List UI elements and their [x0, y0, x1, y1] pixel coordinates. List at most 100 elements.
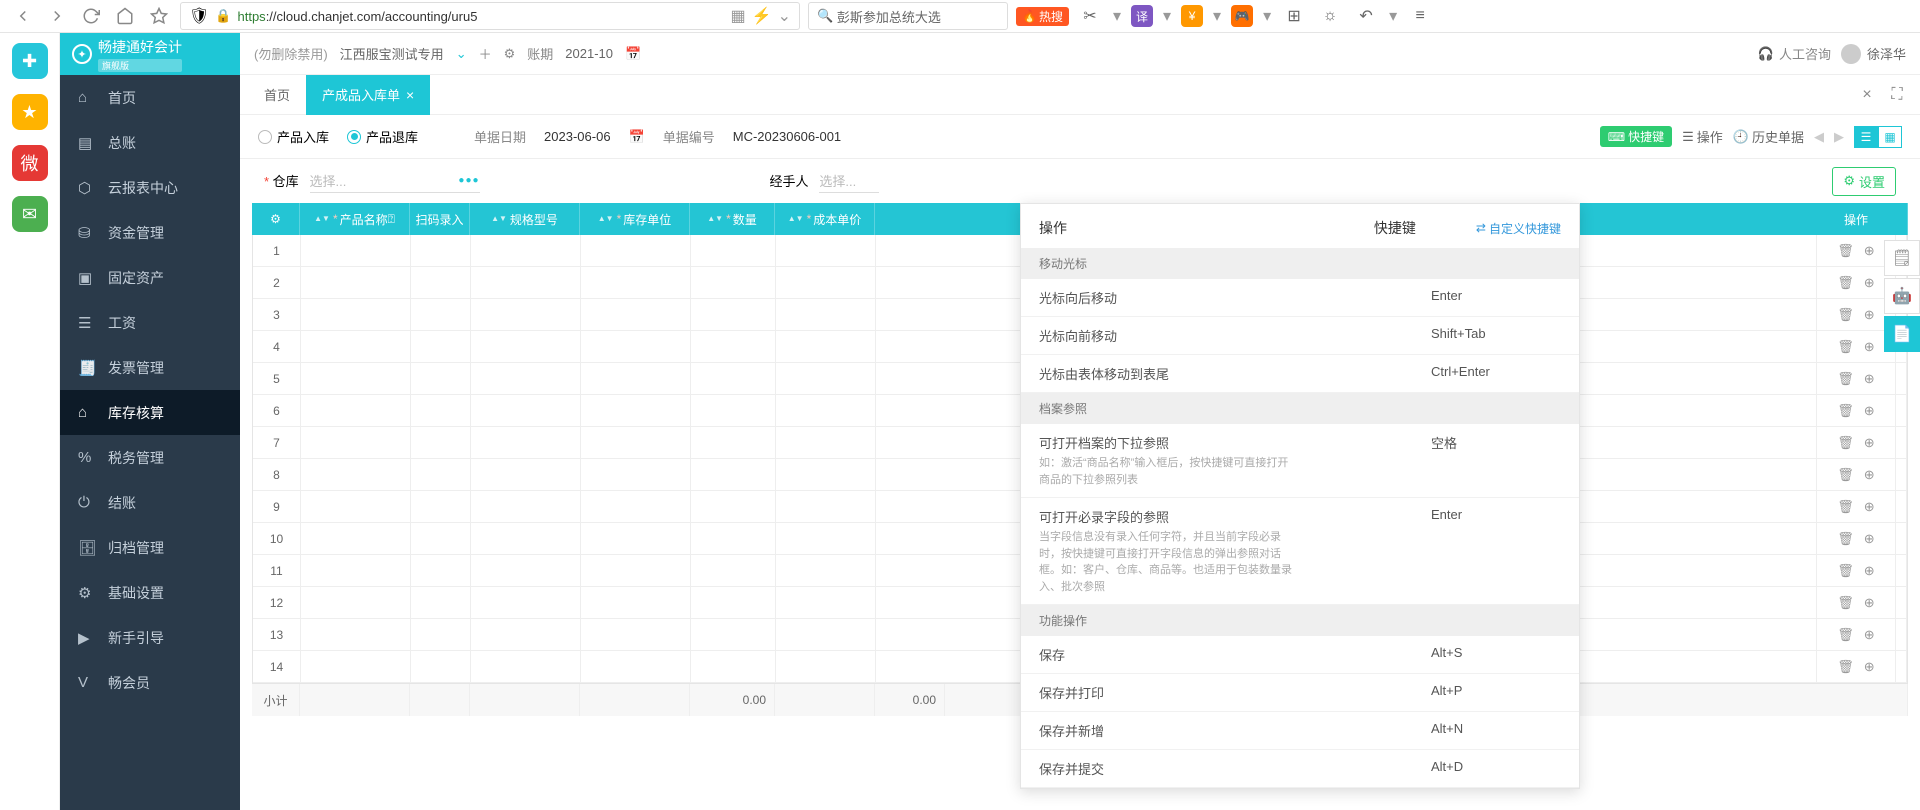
apps-icon[interactable]: ⊞ [1281, 3, 1307, 29]
next-icon[interactable]: ▶ [1834, 129, 1844, 145]
url-bar[interactable]: 🛡 🔒 https://cloud.chanjet.com/accounting… [180, 2, 800, 30]
fullscreen-icon[interactable]: ⛶ [1882, 86, 1912, 104]
view-list-icon[interactable]: ☰ [1854, 126, 1878, 148]
translate-icon[interactable]: 译 [1131, 5, 1153, 27]
sidebar-item-invoice[interactable]: 🧾发票管理 [60, 345, 240, 390]
undo-icon[interactable]: ↶ [1353, 3, 1379, 29]
settings-button[interactable]: ⚙ 设置 [1832, 167, 1896, 196]
add-icon[interactable]: ＋ [479, 44, 492, 63]
col-gear[interactable]: ⚙ [252, 203, 300, 235]
row-add-icon[interactable]: ⊕ [1864, 435, 1875, 451]
chevron-down-icon[interactable]: ⌄ [778, 6, 791, 26]
operate-link[interactable]: ☰ 操作 [1682, 127, 1723, 146]
prev-icon[interactable]: ◀ [1814, 129, 1824, 145]
row-add-icon[interactable]: ⊕ [1864, 307, 1875, 323]
back-icon[interactable] [10, 3, 36, 29]
row-delete-icon[interactable]: 🗑 [1837, 371, 1854, 387]
more-icon[interactable]: ●●● [458, 175, 479, 186]
period-value[interactable]: 2021-10 [565, 46, 613, 61]
sidebar-item-ledger[interactable]: ▤总账 [60, 120, 240, 165]
row-delete-icon[interactable]: 🗑 [1837, 627, 1854, 643]
refresh-icon[interactable] [78, 3, 104, 29]
warehouse-select[interactable]: 选择...●●● [310, 169, 480, 193]
sidebar-item-money[interactable]: ⛁资金管理 [60, 210, 240, 255]
sidebar-item-salary[interactable]: ☰工资 [60, 300, 240, 345]
col-spec[interactable]: ▲▼规格型号 [470, 203, 580, 235]
custom-shortcut-link[interactable]: ⇄ 自定义快捷键 [1476, 220, 1561, 237]
row-add-icon[interactable]: ⊕ [1864, 627, 1875, 643]
row-delete-icon[interactable]: 🗑 [1837, 499, 1854, 515]
consult-link[interactable]: 🎧人工咨询 [1758, 44, 1831, 63]
row-add-icon[interactable]: ⊕ [1864, 499, 1875, 515]
row-delete-icon[interactable]: 🗑 [1837, 659, 1854, 675]
shortcut-badge[interactable]: ⌨ 快捷键 [1600, 126, 1672, 147]
tabs-close-all-icon[interactable]: × [1852, 86, 1882, 104]
launcher-app-icon[interactable]: ✚ [12, 43, 48, 79]
row-add-icon[interactable]: ⊕ [1864, 403, 1875, 419]
handler-select[interactable]: 选择... [819, 169, 879, 193]
date-value[interactable]: 2023-06-06 [544, 129, 611, 145]
view-grid-icon[interactable]: ▦ [1878, 126, 1902, 148]
row-delete-icon[interactable]: 🗑 [1837, 275, 1854, 291]
date-calendar-icon[interactable]: 📅 [629, 129, 645, 145]
row-add-icon[interactable]: ⊕ [1864, 563, 1875, 579]
hot-badge[interactable]: 🔥热搜 [1016, 7, 1069, 26]
home-icon[interactable] [112, 3, 138, 29]
gear-icon[interactable]: ⚙ [504, 46, 516, 62]
row-add-icon[interactable]: ⊕ [1864, 339, 1875, 355]
sidebar-item-tax[interactable]: %税务管理 [60, 435, 240, 480]
radio-stock-out[interactable]: 产品退库 [347, 127, 418, 146]
star-icon[interactable] [146, 3, 172, 29]
history-link[interactable]: 🕘 历史单据 [1733, 127, 1804, 146]
row-delete-icon[interactable]: 🗑 [1837, 403, 1854, 419]
tab-stock-in[interactable]: 产成品入库单× [306, 75, 430, 115]
launcher-mail-icon[interactable]: ✉ [12, 196, 48, 232]
row-delete-icon[interactable]: 🗑 [1837, 531, 1854, 547]
col-qty[interactable]: ▲▼*数量 [690, 203, 775, 235]
coin-icon[interactable]: ¥ [1181, 5, 1203, 27]
sidebar-item-vip[interactable]: V畅会员 [60, 660, 240, 705]
row-delete-icon[interactable]: 🗑 [1837, 243, 1854, 259]
row-delete-icon[interactable]: 🗑 [1837, 307, 1854, 323]
col-price[interactable]: ▲▼*成本单价 [775, 203, 875, 235]
launcher-weibo-icon[interactable]: 微 [12, 145, 48, 181]
scissors-icon[interactable]: ✂ [1077, 3, 1103, 29]
row-add-icon[interactable]: ⊕ [1864, 275, 1875, 291]
row-delete-icon[interactable]: 🗑 [1837, 339, 1854, 355]
calendar-icon[interactable]: 📅 [625, 46, 641, 62]
company-dropdown-icon[interactable]: ⌄ [456, 46, 467, 62]
row-add-icon[interactable]: ⊕ [1864, 659, 1875, 675]
rail-doc-icon[interactable]: 📄 [1884, 316, 1920, 352]
row-delete-icon[interactable]: 🗑 [1837, 435, 1854, 451]
rail-robot-icon[interactable]: 🤖 [1884, 278, 1920, 314]
sidebar-item-home[interactable]: ⌂首页 [60, 75, 240, 120]
sidebar-item-asset[interactable]: ▣固定资产 [60, 255, 240, 300]
sidebar-item-guide[interactable]: ▶新手引导 [60, 615, 240, 660]
radio-stock-in[interactable]: 产品入库 [258, 127, 329, 146]
sidebar-item-settings[interactable]: ⚙基础设置 [60, 570, 240, 615]
row-add-icon[interactable]: ⊕ [1864, 531, 1875, 547]
col-unit[interactable]: ▲▼*库存单位 [580, 203, 690, 235]
sidebar-item-chart[interactable]: ⬡云报表中心 [60, 165, 240, 210]
game-icon[interactable]: 🎮 [1231, 5, 1253, 27]
tab-home[interactable]: 首页 [248, 75, 306, 115]
row-add-icon[interactable]: ⊕ [1864, 595, 1875, 611]
row-add-icon[interactable]: ⊕ [1864, 243, 1875, 259]
launcher-star-icon[interactable]: ★ [12, 94, 48, 130]
sidebar-item-archive[interactable]: 🗄归档管理 [60, 525, 240, 570]
row-delete-icon[interactable]: 🗑 [1837, 563, 1854, 579]
menu-icon[interactable]: ≡ [1407, 3, 1433, 29]
col-product-name[interactable]: ▲▼*产品名称 ⍰ [300, 203, 410, 235]
qr-icon[interactable]: ▦ [731, 6, 746, 26]
user-menu[interactable]: 徐泽华 [1841, 44, 1906, 64]
row-add-icon[interactable]: ⊕ [1864, 467, 1875, 483]
forward-icon[interactable] [44, 3, 70, 29]
row-add-icon[interactable]: ⊕ [1864, 371, 1875, 387]
row-delete-icon[interactable]: 🗑 [1837, 467, 1854, 483]
bolt-icon[interactable]: ⚡ [752, 6, 772, 26]
sidebar-item-close[interactable]: ⏻结账 [60, 480, 240, 525]
sidebar-item-stock[interactable]: ⌂库存核算 [60, 390, 240, 435]
search-box[interactable]: 🔍 彭斯参加总统大选 [808, 2, 1008, 30]
tab-close-icon[interactable]: × [406, 87, 414, 103]
rail-note-icon[interactable]: 🗒 [1884, 240, 1920, 276]
